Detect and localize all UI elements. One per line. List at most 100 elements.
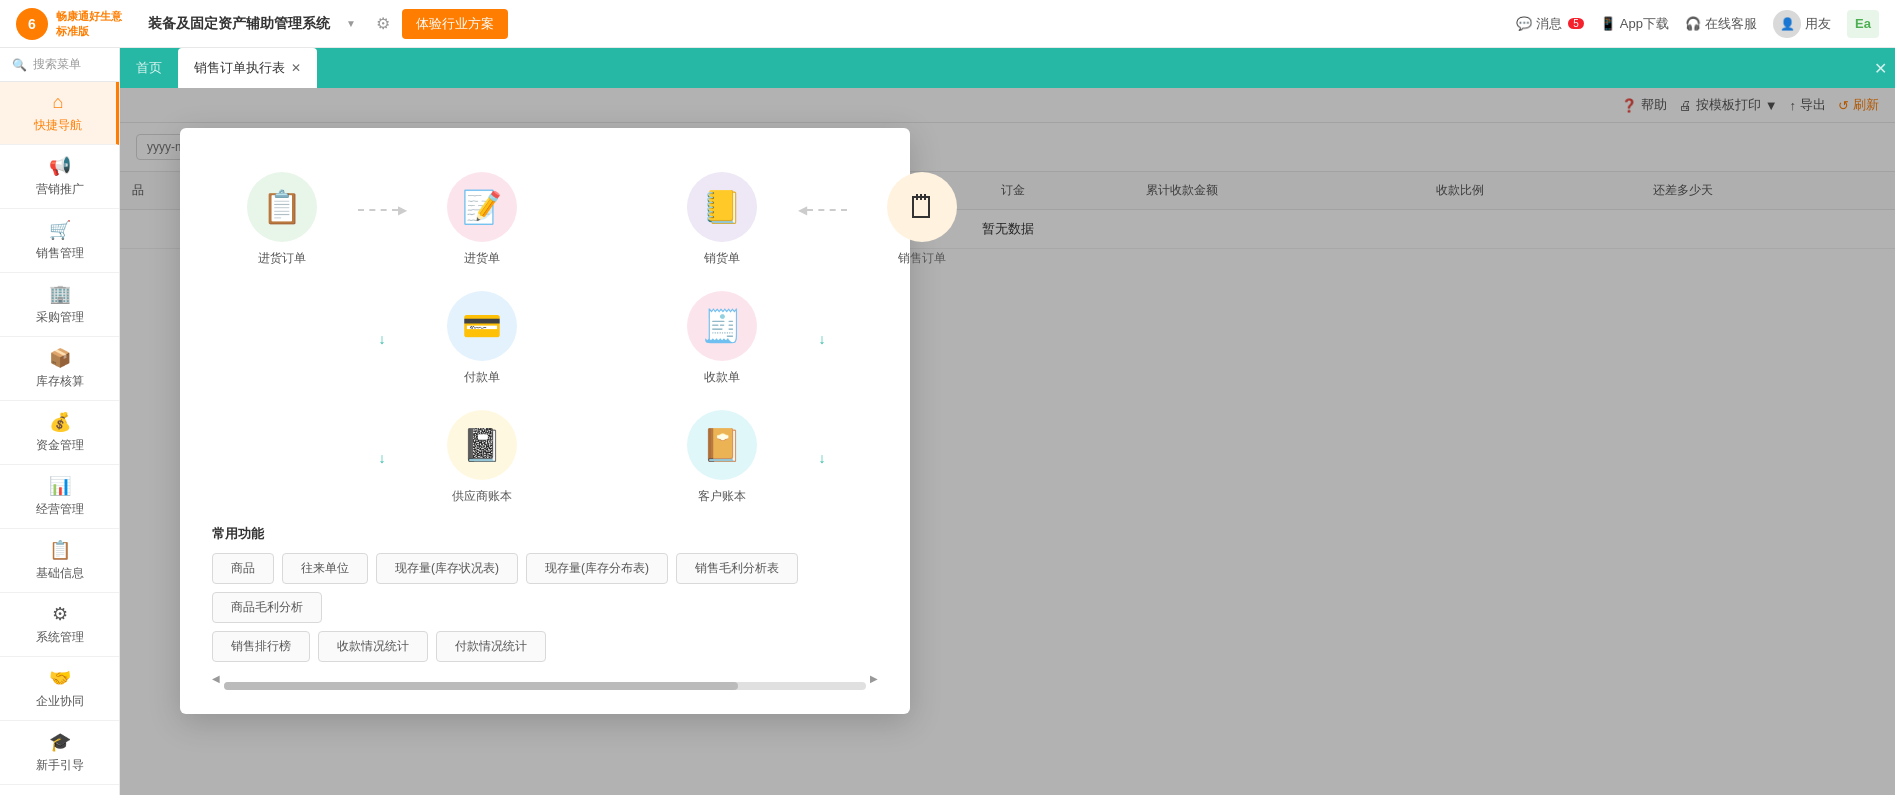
sales-bill-label: 销货单 — [704, 250, 740, 267]
settings-gear-icon[interactable]: ⚙ — [376, 14, 390, 33]
purchase-order-label: 进货订单 — [258, 250, 306, 267]
sidebar-item-purchase[interactable]: 🏢 采购管理 — [0, 273, 119, 337]
modal-scroll-thumb — [224, 682, 738, 690]
purchase-bill-label: 进货单 — [464, 250, 500, 267]
cf-btn-stock-dist[interactable]: 现存量(库存分布表) — [526, 553, 668, 584]
purchase-bill-icon-circle: 📝 — [447, 172, 517, 242]
sidebar-item-sales[interactable]: 🛒 销售管理 — [0, 209, 119, 273]
sidebar-item-cooperation[interactable]: 🤝 企业协同 — [0, 657, 119, 721]
receipt-bill-label: 收款单 — [704, 369, 740, 386]
tab-sales-order[interactable]: 销售订单执行表 ✕ — [178, 48, 317, 88]
flow-purchase-order[interactable]: 📋 进货订单 — [212, 160, 352, 279]
cooperation-icon: 🤝 — [49, 667, 71, 689]
flow-sales-bill[interactable]: 📒 销货单 — [652, 160, 792, 279]
search-menu-btn[interactable]: 🔍 搜索菜单 — [0, 48, 119, 82]
receipt-bill-icon-circle: 🧾 — [687, 291, 757, 361]
user-avatar: 👤 — [1773, 10, 1801, 38]
basic-info-icon: 📋 — [49, 539, 71, 561]
message-badge: 5 — [1568, 18, 1584, 29]
app-download-icon: 📱 — [1600, 16, 1616, 31]
logo-icon: 6 — [16, 8, 48, 40]
page-content: ❓ 帮助 🖨 按模板打印 ▼ ↑ 导出 ↺ 刷新 — [120, 88, 1895, 795]
top-bar: 6 畅康通好生意 标准版 装备及固定资产辅助管理系统 ▼ ⚙ 体验行业方案 💬 … — [0, 0, 1895, 48]
flow-payment-bill[interactable]: 💳 付款单 — [412, 279, 552, 398]
customer-ledger-icon-circle: 📔 — [687, 410, 757, 480]
message-btn[interactable]: 💬 消息 5 — [1516, 15, 1584, 33]
cf-buttons-row1: 商品 往来单位 现存量(库存状况表) 现存量(库存分布表) 销售毛利分析表 商品… — [212, 553, 878, 623]
flow-customer-ledger[interactable]: 📔 客户账本 — [652, 398, 792, 517]
sidebar-item-system[interactable]: ⚙ 系统管理 — [0, 593, 119, 657]
modal-scroll-bar[interactable] — [224, 682, 866, 690]
flow-purchase-bill[interactable]: 📝 进货单 — [412, 160, 552, 279]
common-functions-title: 常用功能 — [212, 525, 878, 543]
marketing-icon: 📢 — [49, 155, 71, 177]
supplier-ledger-label: 供应商账本 — [452, 488, 512, 505]
cf-buttons-row2: 销售排行榜 收款情况统计 付款情况统计 — [212, 631, 878, 662]
arrow-down-payment: ↓ — [379, 451, 386, 465]
tab-bar-close-icon[interactable]: ✕ — [1874, 59, 1887, 78]
online-service-btn[interactable]: 🎧 在线客服 — [1685, 15, 1757, 33]
customer-ledger-label: 客户账本 — [698, 488, 746, 505]
quick-nav-icon: ⌂ — [53, 92, 64, 113]
common-functions: 常用功能 商品 往来单位 现存量(库存状况表) 现存量(库存分布表) 销售毛利分… — [212, 525, 878, 662]
flow-sales-order[interactable]: 🗒 销售订单 — [852, 160, 992, 279]
purchase-icon: 🏢 — [49, 283, 71, 305]
scroll-left-icon[interactable]: ◀ — [212, 673, 220, 684]
sidebar-item-finance[interactable]: 💰 资金管理 — [0, 401, 119, 465]
sidebar-item-newbie[interactable]: 🎓 新手引导 — [0, 721, 119, 785]
arrow-down-receipt: ↓ — [819, 451, 826, 465]
sidebar-item-marketing[interactable]: 📢 营销推广 — [0, 145, 119, 209]
operations-icon: 📊 — [49, 475, 71, 497]
system-title-dropdown-icon[interactable]: ▼ — [346, 18, 356, 29]
sidebar-item-quick-nav[interactable]: ⌂ 快捷导航 — [0, 82, 119, 145]
cf-btn-partner[interactable]: 往来单位 — [282, 553, 368, 584]
cf-btn-product-profit-analysis[interactable]: 商品毛利分析 — [212, 592, 322, 623]
sidebar-item-operations[interactable]: 📊 经营管理 — [0, 465, 119, 529]
top-bar-right: 💬 消息 5 📱 App下载 🎧 在线客服 👤 用友 Ea — [1516, 10, 1879, 38]
cf-btn-receipt-stats[interactable]: 收款情况统计 — [318, 631, 428, 662]
flow-receipt-bill[interactable]: 🧾 收款单 — [652, 279, 792, 398]
inventory-icon: 📦 — [49, 347, 71, 369]
purchase-order-icon-circle: 📋 — [247, 172, 317, 242]
tab-close-icon[interactable]: ✕ — [291, 61, 301, 75]
cf-btn-product[interactable]: 商品 — [212, 553, 274, 584]
app-download-btn[interactable]: 📱 App下载 — [1600, 15, 1669, 33]
sidebar-item-inventory[interactable]: 📦 库存核算 — [0, 337, 119, 401]
cf-btn-payment-stats[interactable]: 付款情况统计 — [436, 631, 546, 662]
arrow-down-sales-bill: ↓ — [819, 332, 826, 346]
modal-overlay[interactable]: 📋 进货订单 ▶ — [120, 88, 1895, 795]
sales-icon: 🛒 — [49, 219, 71, 241]
experience-btn[interactable]: 体验行业方案 — [402, 9, 508, 39]
newbie-icon: 🎓 — [49, 731, 71, 753]
supplier-ledger-icon-circle: 📓 — [447, 410, 517, 480]
payment-bill-icon-circle: 💳 — [447, 291, 517, 361]
sidebar-item-basic-info[interactable]: 📋 基础信息 — [0, 529, 119, 593]
payment-bill-label: 付款单 — [464, 369, 500, 386]
cf-btn-sales-profit-analysis[interactable]: 销售毛利分析表 — [676, 553, 798, 584]
sales-order-flow-label: 销售订单 — [898, 250, 946, 267]
sales-order-icon-circle: 🗒 — [887, 172, 957, 242]
cf-btn-stock-status[interactable]: 现存量(库存状况表) — [376, 553, 518, 584]
logo-text: 畅康通好生意 标准版 — [56, 9, 122, 38]
main-container: 🔍 搜索菜单 ⌂ 快捷导航 📢 营销推广 🛒 销售管理 🏢 采购管理 📦 — [0, 48, 1895, 795]
finance-icon: 💰 — [49, 411, 71, 433]
system-title: 装备及固定资产辅助管理系统 — [148, 15, 330, 33]
system-icon: ⚙ — [52, 603, 68, 625]
modal-scroll-row: ◀ ▶ — [212, 666, 878, 690]
ea-badge: Ea — [1847, 10, 1879, 38]
cf-btn-sales-ranking[interactable]: 销售排行榜 — [212, 631, 310, 662]
arrow-sales-order-to-sales-bill: ◀ — [792, 203, 852, 237]
message-icon: 💬 — [1516, 16, 1532, 31]
sales-bill-icon-circle: 📒 — [687, 172, 757, 242]
arrow-purchase-order-to-purchase-bill: ▶ — [352, 203, 412, 237]
content-area: 首页 销售订单执行表 ✕ ✕ ❓ 帮助 🖨 按 — [120, 48, 1895, 795]
modal-box: 📋 进货订单 ▶ — [180, 128, 910, 714]
user-info[interactable]: 👤 用友 — [1773, 10, 1831, 38]
tab-bar: 首页 销售订单执行表 ✕ ✕ — [120, 48, 1895, 88]
logo-area: 6 畅康通好生意 标准版 — [16, 8, 136, 40]
tab-home[interactable]: 首页 — [120, 48, 178, 88]
flow-supplier-ledger[interactable]: 📓 供应商账本 — [412, 398, 552, 517]
scroll-right-icon[interactable]: ▶ — [870, 673, 878, 684]
search-icon: 🔍 — [12, 58, 27, 72]
arrow-down-purchase-bill: ↓ — [379, 332, 386, 346]
